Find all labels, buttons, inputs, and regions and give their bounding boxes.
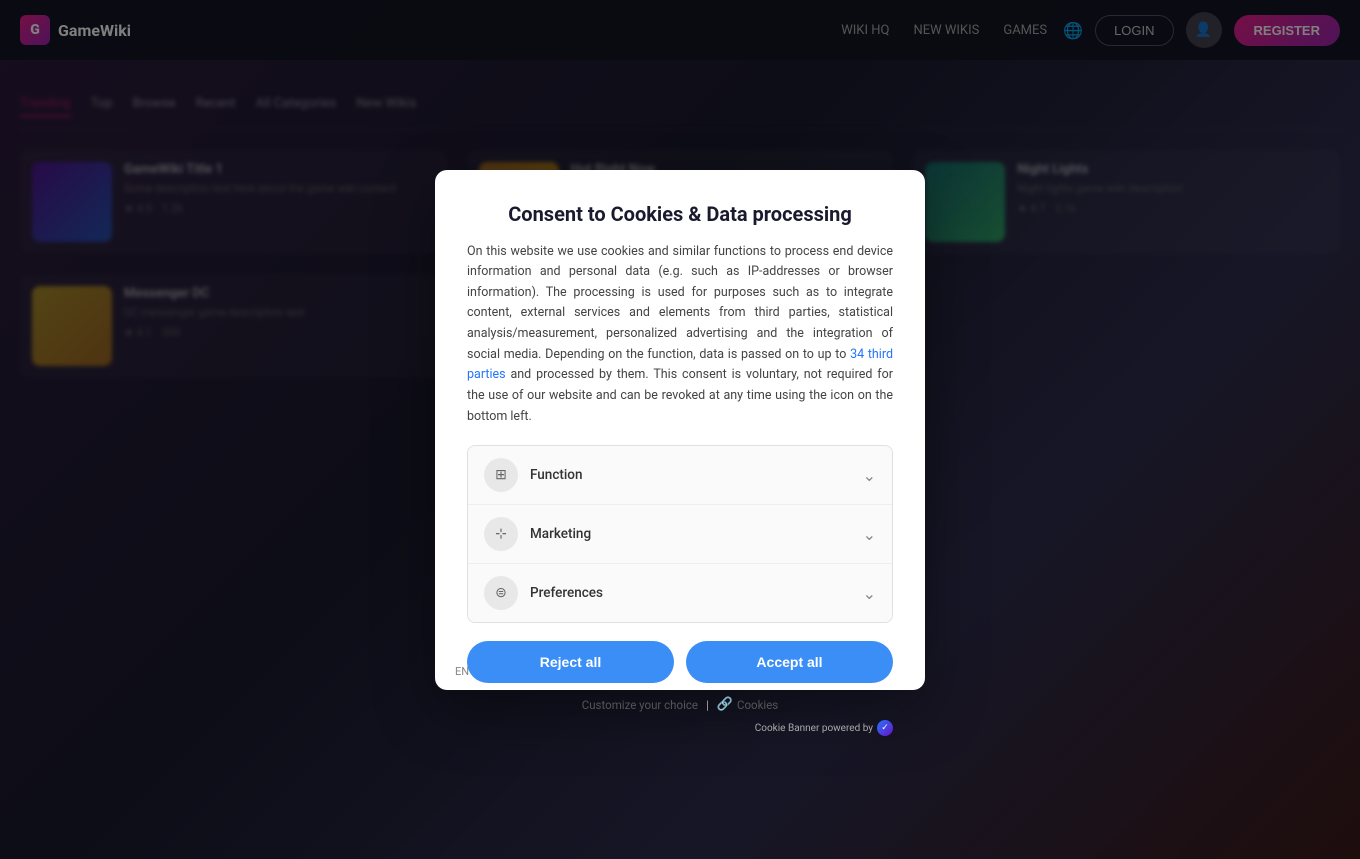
preferences-label: Preferences [530,585,855,601]
function-label: Function [530,467,855,483]
powered-by: Cookie Banner powered by ✓ [467,720,893,736]
language-indicator[interactable]: EN [455,665,469,678]
modal-body-text: On this website we use cookies and simil… [467,242,893,428]
marketing-chevron-icon: ⌄ [863,525,876,544]
reject-all-button[interactable]: Reject all [467,641,674,683]
powered-check-icon: ✓ [877,720,893,736]
cookie-consent-modal: Consent to Cookies & Data processing On … [435,170,925,690]
consent-preferences-item[interactable]: ⊜ Preferences ⌄ [468,564,892,622]
separator: | [706,698,709,712]
modal-buttons: Reject all Accept all [467,641,893,683]
preferences-chevron-icon: ⌄ [863,584,876,603]
accept-all-button[interactable]: Accept all [686,641,893,683]
cookies-link[interactable]: 🔗 Cookies [717,697,778,712]
modal-footer: Customize your choice | 🔗 Cookies [467,697,893,712]
customize-choice-link[interactable]: Customize your choice [582,698,698,712]
preferences-icon: ⊜ [484,576,518,610]
cookies-icon: 🔗 [717,697,733,712]
consent-function-item[interactable]: ⊞ Function ⌄ [468,446,892,505]
marketing-label: Marketing [530,526,855,542]
modal-overlay: Consent to Cookies & Data processing On … [0,0,1360,859]
function-icon: ⊞ [484,458,518,492]
function-chevron-icon: ⌄ [863,466,876,485]
modal-title: Consent to Cookies & Data processing [467,202,893,226]
marketing-icon: ⊹ [484,517,518,551]
consent-marketing-item[interactable]: ⊹ Marketing ⌄ [468,505,892,564]
consent-sections: ⊞ Function ⌄ ⊹ Marketing ⌄ ⊜ Preferences… [467,445,893,623]
